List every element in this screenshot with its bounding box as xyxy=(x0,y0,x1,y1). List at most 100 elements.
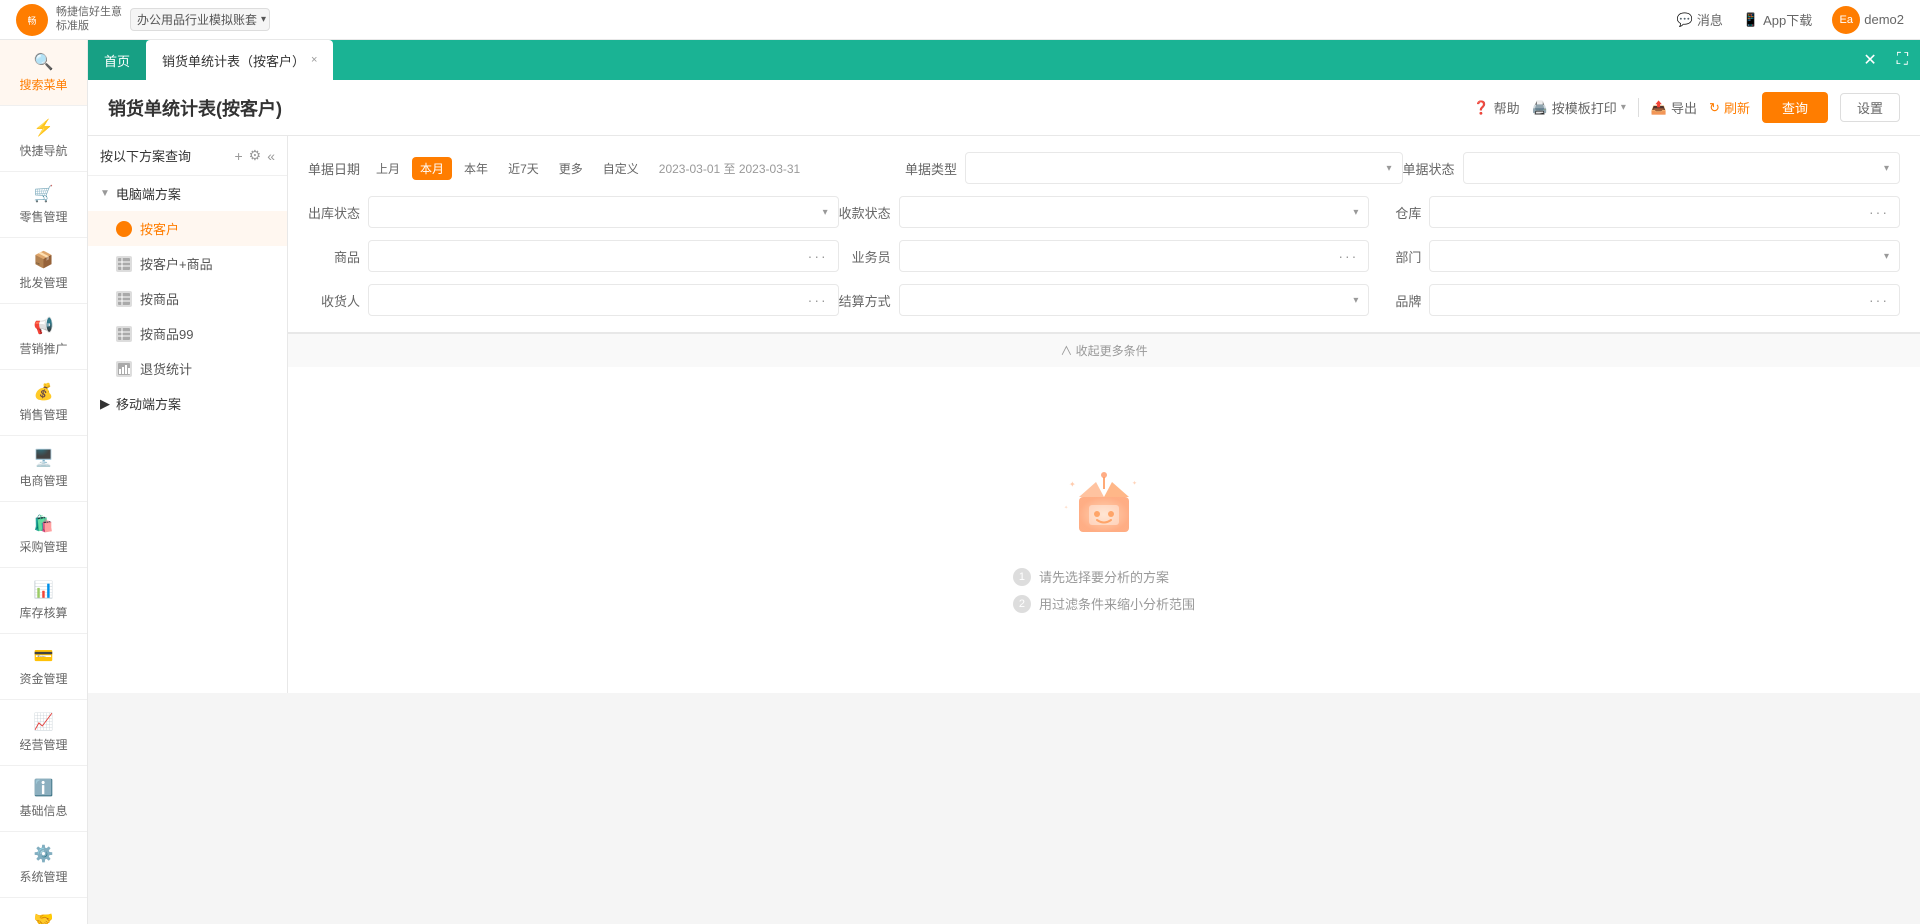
query-button[interactable]: 查询 xyxy=(1762,92,1828,123)
tab-maximize-button[interactable]: ⛶ xyxy=(1885,51,1920,69)
warehouse-select[interactable]: ··· xyxy=(1429,196,1900,228)
scheme-desktop-group-title[interactable]: ▼ 电脑端方案 xyxy=(88,176,287,211)
page-header: 销货单统计表(按客户) ❓ 帮助 🖨️ 按模板打印 ▾ 📤 导出 xyxy=(88,80,1920,136)
content-area: 首页 销货单统计表（按客户） × ✕ ⛶ 销货单统计表(按客户) ❓ 帮助 xyxy=(88,40,1920,924)
out-status-filter-item: 出库状态 ▾ xyxy=(308,196,839,228)
sidebar-item-wholesale[interactable]: 📦 批发管理 xyxy=(0,238,87,304)
marketing-icon: 📢 xyxy=(34,316,54,336)
doc-status-select[interactable]: ▾ xyxy=(1463,152,1900,184)
settlement-dropdown-icon: ▾ xyxy=(1353,295,1358,306)
filter-row-4: 收货人 ··· 结算方式 ▾ xyxy=(308,284,1900,316)
doc-type-filter-item: 单据类型 ▾ xyxy=(905,152,1403,184)
receive-status-label: 收款状态 xyxy=(839,203,899,222)
settings-button[interactable]: 设置 xyxy=(1840,93,1900,122)
warehouse-dots-icon: ··· xyxy=(1869,204,1889,220)
scheme-item-by-customer[interactable]: ● 按客户 xyxy=(88,211,287,246)
top-actions: 💬 消息 📱 App下载 Ea demo2 xyxy=(1677,6,1904,34)
scheme-collapse-button[interactable]: « xyxy=(267,148,275,164)
sidebar-item-retail[interactable]: 🛒 零售管理 xyxy=(0,172,87,238)
brand-select[interactable]: ··· xyxy=(1429,284,1900,316)
app-dropdown[interactable]: 办公用品行业模拟账套 xyxy=(130,8,270,31)
date-tab-7days[interactable]: 近7天 xyxy=(500,157,547,180)
date-filter-item: 单据日期 上月 本月 本年 近7天 更多 自定义 xyxy=(308,157,905,180)
logo-text: 畅捷信好生意 标准版 xyxy=(56,6,122,32)
desktop-arrow-icon: ▼ xyxy=(100,188,110,199)
export-icon: 📤 xyxy=(1651,100,1667,116)
out-status-select[interactable]: ▾ xyxy=(368,196,839,228)
refresh-button[interactable]: ↻ 刷新 xyxy=(1709,98,1750,117)
retail-icon: 🛒 xyxy=(34,184,54,204)
sidebar-item-quick-nav[interactable]: ⚡ 快捷导航 xyxy=(0,106,87,172)
date-tab-this-month[interactable]: 本月 xyxy=(412,157,452,180)
app-download-button[interactable]: 📱 App下载 xyxy=(1743,10,1812,29)
logo-area: 畅 畅捷信好生意 标准版 办公用品行业模拟账套 xyxy=(16,4,270,36)
doc-type-select[interactable]: ▾ xyxy=(965,152,1402,184)
page-title: 销货单统计表(按客户) xyxy=(108,95,282,121)
export-button[interactable]: 📤 导出 xyxy=(1651,98,1697,117)
scheme-item-by-customer-product[interactable]: 按客户+商品 xyxy=(88,246,287,281)
scheme-item-by-product99[interactable]: 按商品99 xyxy=(88,316,287,351)
sidebar-item-system[interactable]: ⚙️ 系统管理 xyxy=(0,832,87,898)
receive-status-filter-item: 收款状态 ▾ xyxy=(839,196,1370,228)
scheme-settings-button[interactable]: ⚙ xyxy=(249,147,262,164)
collapse-bar[interactable]: ∧ 收起更多条件 xyxy=(288,333,1920,367)
tab-close-button[interactable]: × xyxy=(311,54,317,66)
scheme-panel: 按以下方案查询 + ⚙ « ▼ 电脑端方案 ● xyxy=(88,136,288,693)
refresh-icon: ↻ xyxy=(1709,100,1720,116)
inventory-icon: 📊 xyxy=(34,580,54,600)
scheme-add-button[interactable]: + xyxy=(234,148,242,164)
download-icon: 📱 xyxy=(1743,12,1759,28)
tab-window-close[interactable]: ✕ xyxy=(1855,50,1884,70)
scheme-item-by-return[interactable]: 退货统计 xyxy=(88,351,287,386)
sidebar-item-ecommerce[interactable]: 🖥️ 电商管理 xyxy=(0,436,87,502)
sidebar-item-search-menu[interactable]: 🔍 搜索菜单 xyxy=(0,40,87,106)
settlement-select[interactable]: ▾ xyxy=(899,284,1370,316)
sidebar-item-purchase[interactable]: 🛍️ 采购管理 xyxy=(0,502,87,568)
scheme-item-by-product[interactable]: 按商品 xyxy=(88,281,287,316)
tab-home[interactable]: 首页 xyxy=(88,40,146,80)
page-content: 销货单统计表(按客户) ❓ 帮助 🖨️ 按模板打印 ▾ 📤 导出 xyxy=(88,80,1920,924)
tab-active[interactable]: 销货单统计表（按客户） × xyxy=(146,40,333,80)
sidebar-item-operation[interactable]: 📈 经营管理 xyxy=(0,700,87,766)
avatar: Ea xyxy=(1832,6,1860,34)
warehouse-filter-item: 仓库 ··· xyxy=(1369,196,1900,228)
salesperson-select[interactable]: ··· xyxy=(899,240,1370,272)
sidebar-item-marketing[interactable]: 📢 营销推广 xyxy=(0,304,87,370)
department-select[interactable]: ▾ xyxy=(1429,240,1900,272)
receive-status-select[interactable]: ▾ xyxy=(899,196,1370,228)
settlement-label: 结算方式 xyxy=(839,291,899,310)
finance-icon: 💳 xyxy=(34,646,54,666)
product-select[interactable]: ··· xyxy=(368,240,839,272)
hint-num-2: 2 xyxy=(1013,595,1031,613)
mobile-arrow-icon: ▶ xyxy=(100,396,110,412)
date-tab-this-year[interactable]: 本年 xyxy=(456,157,496,180)
sidebar-item-basic[interactable]: ℹ️ 基础信息 xyxy=(0,766,87,832)
date-tab-custom[interactable]: 自定义 xyxy=(595,157,647,180)
sidebar-item-enterprise[interactable]: 🤝 企业协同 xyxy=(0,898,87,924)
sidebar-item-finance[interactable]: 💳 资金管理 xyxy=(0,634,87,700)
main-panel: 按以下方案查询 + ⚙ « ▼ 电脑端方案 ● xyxy=(88,136,1920,693)
date-tab-last-month[interactable]: 上月 xyxy=(368,157,408,180)
doc-type-dropdown-icon: ▾ xyxy=(1386,163,1391,174)
hint-num-1: 1 xyxy=(1013,568,1031,586)
brand-dots-icon: ··· xyxy=(1869,292,1889,308)
sidebar-item-sales[interactable]: 💰 销售管理 xyxy=(0,370,87,436)
receiver-dots-icon: ··· xyxy=(808,292,828,308)
department-label: 部门 xyxy=(1369,247,1429,266)
quick-nav-icon: ⚡ xyxy=(34,118,54,138)
message-icon: 💬 xyxy=(1677,12,1693,28)
date-tab-more[interactable]: 更多 xyxy=(551,157,591,180)
print-button[interactable]: 🖨️ 按模板打印 ▾ xyxy=(1532,98,1639,117)
message-button[interactable]: 💬 消息 xyxy=(1677,10,1723,29)
tab-bar: 首页 销货单统计表（按客户） × ✕ ⛶ xyxy=(88,40,1920,80)
receiver-select[interactable]: ··· xyxy=(368,284,839,316)
print-dropdown-icon: ▾ xyxy=(1621,102,1626,113)
scheme-mobile-group-title[interactable]: ▶ 移动端方案 xyxy=(88,386,287,421)
product-label: 商品 xyxy=(308,247,368,266)
help-button[interactable]: ❓ 帮助 xyxy=(1473,98,1519,117)
user-menu[interactable]: Ea demo2 xyxy=(1832,6,1904,34)
sidebar-item-inventory[interactable]: 📊 库存核算 xyxy=(0,568,87,634)
brand-label: 品牌 xyxy=(1369,291,1429,310)
wholesale-icon: 📦 xyxy=(34,250,54,270)
settlement-filter-item: 结算方式 ▾ xyxy=(839,284,1370,316)
